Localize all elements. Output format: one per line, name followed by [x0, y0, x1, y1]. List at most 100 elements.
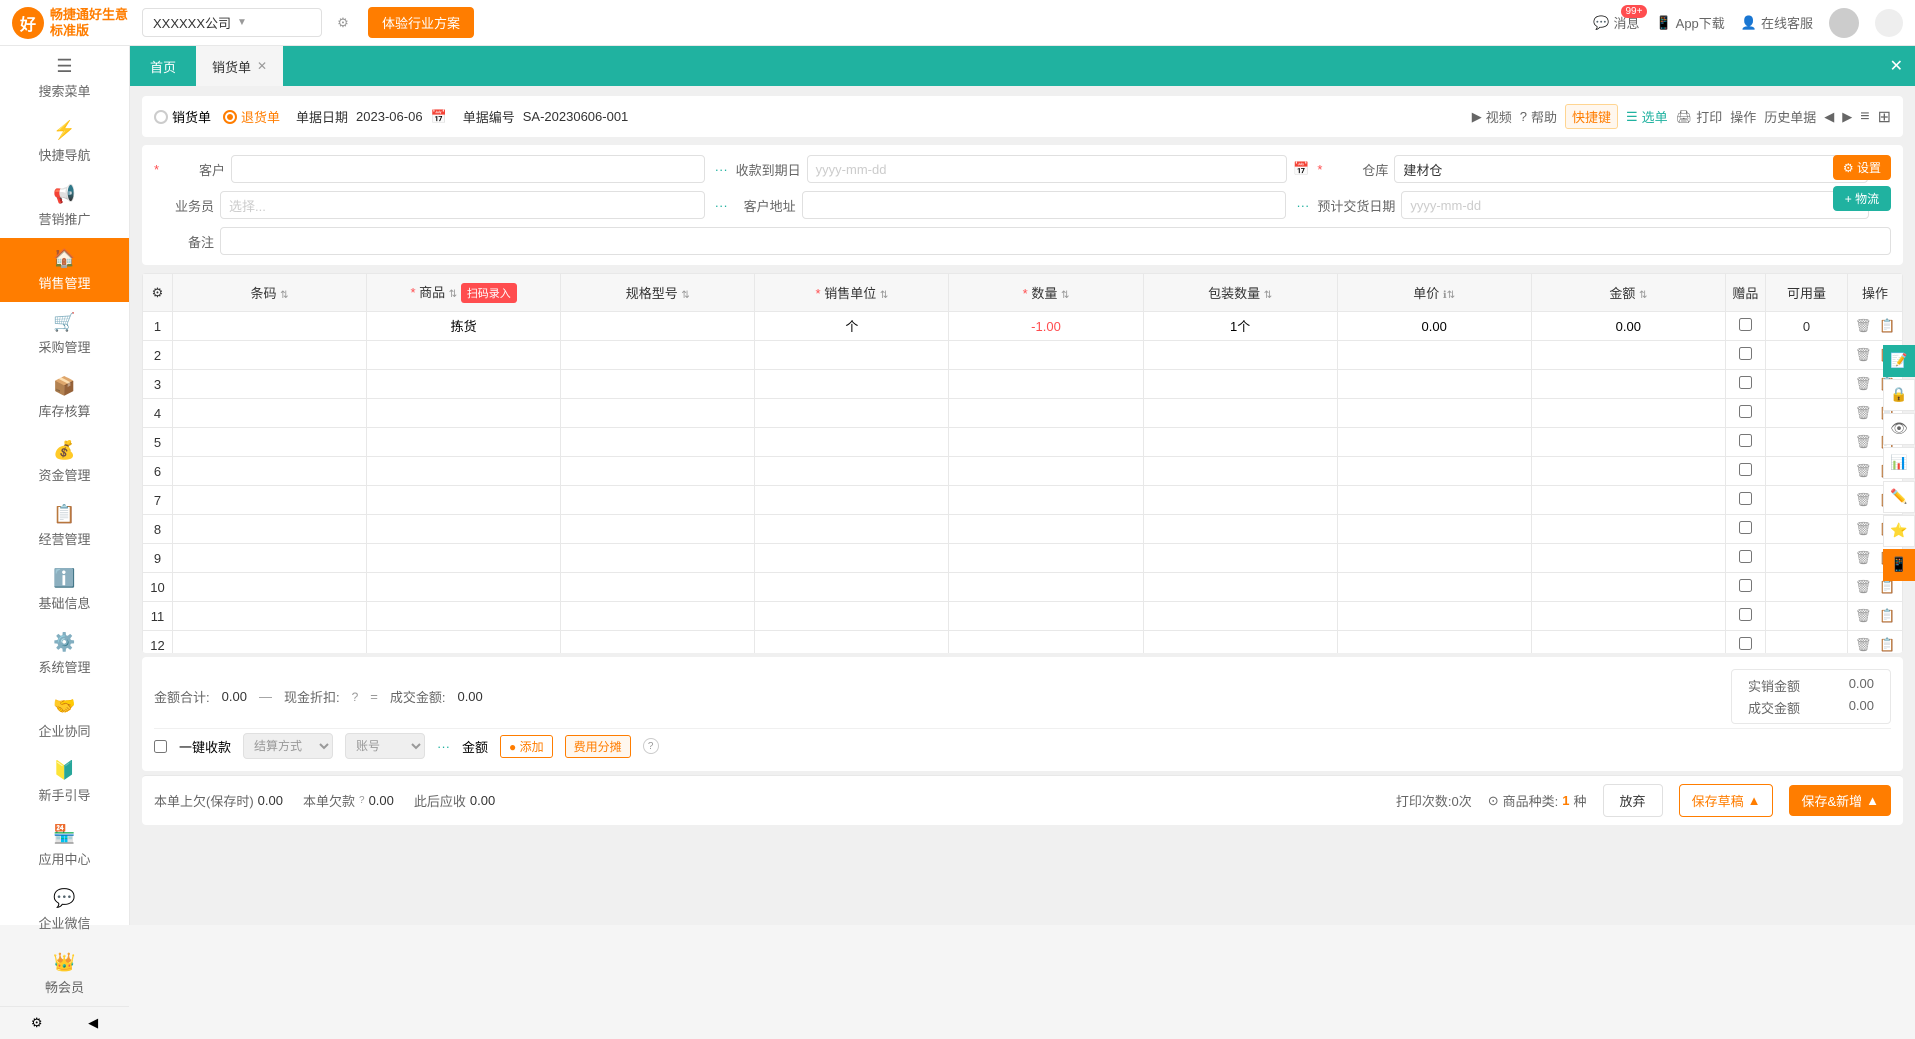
row-unit[interactable] [755, 341, 949, 370]
row-price[interactable] [1337, 341, 1531, 370]
delete-icon[interactable]: 🗑 [1855, 492, 1872, 507]
copy-icon[interactable]: 📋 [1879, 579, 1895, 594]
row-price[interactable] [1337, 370, 1531, 399]
float-btn-4[interactable]: 📊 [1883, 447, 1915, 479]
row-gift[interactable] [1725, 515, 1765, 544]
row-product[interactable] [367, 341, 561, 370]
row-spec[interactable] [561, 486, 755, 515]
help-btn[interactable]: ?帮助 [1520, 104, 1557, 129]
row-amount[interactable] [1531, 312, 1725, 341]
delete-icon[interactable]: 🗑 [1855, 550, 1872, 565]
float-btn-1[interactable]: 📝 [1883, 345, 1915, 377]
row-amount[interactable] [1531, 544, 1725, 573]
scan-button[interactable]: 扫码录入 [461, 283, 517, 303]
row-qty[interactable] [949, 544, 1143, 573]
row-barcode[interactable] [173, 428, 367, 457]
row-product[interactable] [367, 428, 561, 457]
row-spec[interactable] [561, 370, 755, 399]
message-button[interactable]: 💬 消息 99+ [1593, 13, 1639, 32]
customer-addr-input[interactable] [802, 191, 1287, 219]
fee-split-button[interactable]: 费用分摊 [565, 735, 631, 758]
row-barcode[interactable] [173, 341, 367, 370]
history-btn[interactable]: 历史单据 [1764, 104, 1816, 129]
float-btn-6[interactable]: ⭐ [1883, 515, 1915, 547]
row-product[interactable] [367, 602, 561, 631]
row-barcode[interactable] [173, 399, 367, 428]
settings-bottom-icon[interactable]: ⚙ [31, 1015, 43, 1031]
row-pack-qty[interactable] [1143, 486, 1337, 515]
warehouse-input[interactable]: 建材仓 [1394, 155, 1868, 183]
payment-method-select[interactable]: 结算方式 [243, 733, 333, 759]
settings-btn[interactable]: ⚙ 设置 [1833, 155, 1891, 180]
sidebar-item-collab[interactable]: 🤝 企业协同 [0, 686, 129, 750]
row-product[interactable] [367, 370, 561, 399]
row-pack-qty[interactable] [1143, 544, 1337, 573]
online-service-button[interactable]: 👤 在线客服 [1741, 13, 1813, 32]
row-qty[interactable] [949, 486, 1143, 515]
copy-icon[interactable]: 📋 [1879, 637, 1895, 652]
close-all-tabs-icon[interactable]: ✕ [1890, 56, 1903, 76]
row-product[interactable] [367, 544, 561, 573]
row-product[interactable] [367, 399, 561, 428]
row-price[interactable] [1337, 428, 1531, 457]
row-spec[interactable] [561, 515, 755, 544]
delete-icon[interactable]: 🗑 [1855, 434, 1872, 449]
salesperson-input[interactable]: 选择... [220, 191, 705, 219]
row-unit[interactable] [755, 602, 949, 631]
row-unit[interactable] [755, 399, 949, 428]
save-new-button[interactable]: 保存&新增 ▲ [1789, 785, 1891, 816]
customer-input[interactable] [231, 155, 705, 183]
row-amount[interactable] [1531, 602, 1725, 631]
row-unit[interactable] [755, 486, 949, 515]
delete-icon[interactable]: 🗑 [1855, 463, 1872, 478]
row-qty[interactable] [949, 341, 1143, 370]
row-unit[interactable] [755, 457, 949, 486]
row-price[interactable] [1337, 573, 1531, 602]
row-pack-qty[interactable] [1143, 515, 1337, 544]
calendar-icon[interactable]: 📅 [431, 109, 447, 125]
row-pack-qty[interactable] [1143, 573, 1337, 602]
row-amount[interactable] [1531, 399, 1725, 428]
row-price[interactable] [1337, 312, 1531, 341]
sidebar-item-guide[interactable]: 🔰 新手引导 [0, 750, 129, 814]
row-qty[interactable] [949, 602, 1143, 631]
row-product[interactable] [367, 515, 561, 544]
row-barcode[interactable] [173, 457, 367, 486]
row-spec[interactable] [561, 399, 755, 428]
row-price[interactable] [1337, 602, 1531, 631]
copy-icon[interactable]: 📋 [1879, 318, 1895, 333]
row-barcode[interactable] [173, 370, 367, 399]
delete-icon[interactable]: 🗑 [1855, 579, 1872, 594]
row-amount[interactable] [1531, 428, 1725, 457]
row-barcode[interactable] [173, 515, 367, 544]
row-unit[interactable] [755, 370, 949, 399]
delete-icon[interactable]: 🗑 [1855, 318, 1872, 333]
row-product[interactable] [367, 457, 561, 486]
row-qty[interactable] [949, 428, 1143, 457]
row-amount[interactable] [1531, 341, 1725, 370]
row-price[interactable] [1337, 631, 1531, 654]
abandon-button[interactable]: 放弃 [1603, 784, 1663, 817]
row-gift[interactable] [1725, 370, 1765, 399]
sidebar-item-inventory[interactable]: 📦 库存核算 [0, 366, 129, 430]
copy-icon[interactable]: 📋 [1879, 608, 1895, 623]
row-pack-qty[interactable] [1143, 631, 1337, 654]
row-unit[interactable] [755, 544, 949, 573]
discount-info-icon[interactable]: ? [352, 690, 359, 704]
row-amount[interactable] [1531, 370, 1725, 399]
row-spec[interactable] [561, 428, 755, 457]
sidebar-item-system[interactable]: ⚙️ 系统管理 [0, 622, 129, 686]
row-price[interactable] [1337, 486, 1531, 515]
row-price[interactable] [1337, 544, 1531, 573]
shortcut-btn[interactable]: 快捷键 [1565, 104, 1618, 129]
payment-more-icon[interactable]: ··· [437, 739, 450, 754]
row-spec[interactable] [561, 544, 755, 573]
row-amount[interactable] [1531, 486, 1725, 515]
save-draft-button[interactable]: 保存草稿 ▲ [1679, 784, 1774, 817]
row-gift[interactable] [1725, 544, 1765, 573]
delete-icon[interactable]: 🗑 [1855, 376, 1872, 391]
row-qty[interactable] [949, 457, 1143, 486]
row-product[interactable] [367, 486, 561, 515]
row-pack-qty[interactable] [1143, 457, 1337, 486]
row-qty[interactable] [949, 312, 1143, 341]
